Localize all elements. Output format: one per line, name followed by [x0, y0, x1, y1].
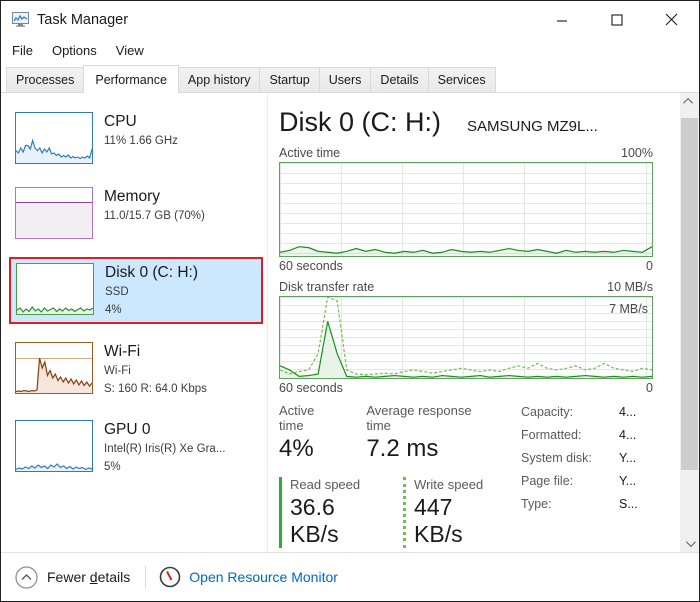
read-speed-stat: Read speed 36.6 KB/s — [279, 477, 385, 548]
chevron-up-icon — [683, 98, 693, 108]
performance-sidebar: CPU 11% 1.66 GHz Memory 11.0/15.7 GB (70… — [1, 93, 268, 552]
gpu-percent: 5% — [104, 460, 225, 475]
footer-separator — [145, 566, 146, 588]
sidebar-item-memory[interactable]: Memory 11.0/15.7 GB (70%) — [9, 182, 261, 244]
scroll-down-button[interactable] — [680, 535, 699, 552]
minimize-button[interactable] — [534, 1, 589, 38]
memory-stats: 11.0/15.7 GB (70%) — [104, 209, 205, 224]
read-speed-label: Read speed — [290, 477, 385, 492]
wifi-adapter: Wi-Fi — [104, 364, 207, 379]
menu-bar: File Options View — [1, 38, 699, 63]
cpu-title: CPU — [104, 113, 178, 131]
tab-users[interactable]: Users — [319, 67, 372, 92]
wifi-sparkline-thumbnail — [15, 342, 93, 394]
avg-response-stat-value: 7.2 ms — [366, 435, 495, 463]
maximize-button[interactable] — [589, 1, 644, 38]
active-time-stat-value: 4% — [279, 435, 340, 463]
avg-response-stat-label: Average response time — [366, 403, 495, 433]
tab-processes[interactable]: Processes — [6, 67, 84, 92]
formatted-row: Formatted: 4... — [521, 428, 653, 442]
gpu-title: GPU 0 — [104, 421, 225, 439]
transfer-rate-x-right: 0 — [646, 381, 653, 395]
disk-percent: 4% — [105, 303, 198, 318]
tab-startup[interactable]: Startup — [259, 67, 319, 92]
write-speed-value: 447 KB/s — [414, 494, 503, 548]
chevron-down-icon — [686, 537, 696, 547]
disk-title: Disk 0 (C: H:) — [105, 264, 198, 282]
task-manager-app-icon — [12, 12, 29, 27]
scrollbar-thumb[interactable] — [681, 118, 698, 470]
menu-view[interactable]: View — [116, 43, 144, 58]
cpu-sparkline-thumbnail — [15, 112, 93, 164]
transfer-rate-x-left: 60 seconds — [279, 381, 343, 395]
disk-stats: Active time 4% Average response time 7.2… — [279, 403, 653, 548]
fewer-details-button[interactable]: Fewer details — [15, 566, 130, 589]
disk-transfer-rate-chart: 7 MB/s — [279, 296, 653, 379]
transfer-rate-inner-scale: 7 MB/s — [609, 302, 648, 316]
open-resource-monitor-label: Open Resource Monitor — [189, 569, 338, 585]
disk-properties-list: Capacity: 4... Formatted: 4... System di… — [521, 403, 653, 548]
active-time-chart — [279, 162, 653, 257]
write-speed-stat: Write speed 447 KB/s — [403, 477, 503, 548]
disk-detail-panel: Disk 0 (C: H:) SAMSUNG MZ9L... Active ti… — [268, 93, 680, 552]
tab-performance[interactable]: Performance — [83, 65, 179, 93]
transfer-rate-chart-label: Disk transfer rate — [279, 280, 374, 294]
disk-type: SSD — [105, 285, 198, 300]
minimize-icon — [556, 14, 568, 26]
write-speed-label: Write speed — [414, 477, 503, 492]
tab-services[interactable]: Services — [428, 67, 496, 92]
read-speed-value: 36.6 KB/s — [290, 494, 385, 548]
footer-bar: Fewer details Open Resource Monitor — [1, 552, 699, 601]
sidebar-item-cpu[interactable]: CPU 11% 1.66 GHz — [9, 107, 261, 169]
maximize-icon — [611, 14, 623, 26]
transfer-rate-chart-max: 10 MB/s — [607, 280, 653, 294]
page-title: Disk 0 (C: H:) — [279, 107, 441, 138]
window-title: Task Manager — [37, 12, 128, 28]
scrollbar-track[interactable] — [680, 110, 699, 535]
active-time-chart-max: 100% — [621, 146, 653, 160]
title-bar[interactable]: Task Manager — [1, 1, 699, 38]
fewer-details-label: Fewer details — [47, 569, 130, 585]
performance-content: CPU 11% 1.66 GHz Memory 11.0/15.7 GB (70… — [1, 93, 699, 552]
wifi-title: Wi-Fi — [104, 343, 207, 361]
tab-details[interactable]: Details — [370, 67, 428, 92]
open-resource-monitor-link[interactable]: Open Resource Monitor — [159, 566, 338, 588]
memory-usage-thumbnail — [15, 187, 93, 239]
memory-title: Memory — [104, 188, 205, 206]
capacity-row: Capacity: 4... — [521, 405, 653, 419]
menu-file[interactable]: File — [12, 43, 33, 58]
tab-app-history[interactable]: App history — [178, 67, 261, 92]
disk-sparkline-thumbnail — [16, 263, 94, 315]
cpu-stats: 11% 1.66 GHz — [104, 134, 178, 149]
scroll-up-button[interactable] — [680, 93, 699, 110]
menu-options[interactable]: Options — [52, 43, 97, 58]
tab-strip: Processes Performance App history Startu… — [1, 63, 699, 93]
resource-monitor-gauge-icon — [159, 566, 181, 588]
wifi-send-receive: S: 160 R: 64.0 Kbps — [104, 382, 207, 397]
active-time-chart-label: Active time — [279, 146, 340, 160]
vertical-scrollbar[interactable] — [680, 93, 699, 552]
page-file-row: Page file: Y... — [521, 474, 653, 488]
sidebar-item-wifi[interactable]: Wi-Fi Wi-Fi S: 160 R: 64.0 Kbps — [9, 337, 261, 402]
close-icon — [665, 13, 678, 26]
gpu-sparkline-thumbnail — [15, 420, 93, 472]
circled-chevron-up-icon — [15, 566, 38, 589]
type-row: Type: S... — [521, 497, 653, 511]
gpu-adapter: Intel(R) Iris(R) Xe Gra... — [104, 442, 225, 457]
system-disk-row: System disk: Y... — [521, 451, 653, 465]
sidebar-item-disk0[interactable]: Disk 0 (C: H:) SSD 4% — [9, 257, 263, 324]
active-time-stat-label: Active time — [279, 403, 340, 433]
sidebar-item-gpu0[interactable]: GPU 0 Intel(R) Iris(R) Xe Gra... 5% — [9, 415, 261, 480]
close-button[interactable] — [644, 1, 699, 38]
active-time-x-right: 0 — [646, 259, 653, 273]
disk-model: SAMSUNG MZ9L... — [467, 118, 598, 135]
active-time-x-left: 60 seconds — [279, 259, 343, 273]
task-manager-window: Task Manager File Options View Processes… — [0, 0, 700, 602]
